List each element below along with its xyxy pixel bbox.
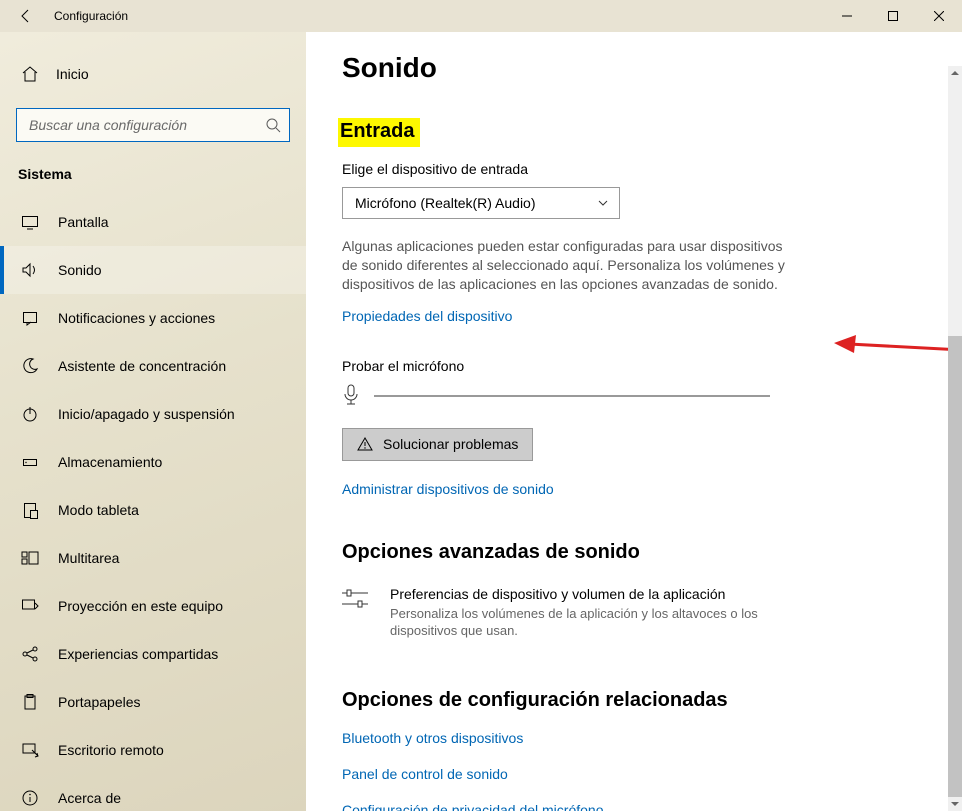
advanced-item-text: Preferencias de dispositivo y volumen de… [390, 586, 802, 640]
window-title: Configuración [54, 9, 128, 23]
sidebar-item-pantalla[interactable]: Pantalla [0, 198, 306, 246]
sidebar-item-asistente[interactable]: Asistente de concentración [0, 342, 306, 390]
sidebar-item-energia[interactable]: Inicio/apagado y suspensión [0, 390, 306, 438]
sidebar-item-tableta[interactable]: Modo tableta [0, 486, 306, 534]
scroll-down-icon[interactable] [948, 797, 962, 811]
maximize-button[interactable] [870, 0, 916, 32]
sliders-icon [342, 586, 370, 610]
sidebar-item-label: Escritorio remoto [58, 742, 164, 758]
sidebar-item-label: Proyección en este equipo [58, 598, 223, 614]
home-label: Inicio [56, 66, 89, 82]
choose-device-label: Elige el dispositivo de entrada [342, 161, 926, 177]
device-properties-link[interactable]: Propiedades del dispositivo [342, 308, 512, 324]
titlebar: Configuración [0, 0, 962, 32]
notification-icon [20, 308, 40, 328]
section-heading-related: Opciones de configuración relacionadas [342, 689, 926, 712]
sidebar-item-escritorio-remoto[interactable]: Escritorio remoto [0, 726, 306, 774]
sidebar-item-notificaciones[interactable]: Notificaciones y acciones [0, 294, 306, 342]
tablet-icon [20, 500, 40, 520]
section-heading-advanced: Opciones avanzadas de sonido [342, 541, 926, 564]
sidebar-item-label: Almacenamiento [58, 454, 162, 470]
scroll-up-icon[interactable] [948, 66, 962, 80]
clipboard-icon [20, 692, 40, 712]
sidebar-item-sonido[interactable]: Sonido [0, 246, 306, 294]
search-input[interactable] [29, 117, 265, 133]
sound-icon [20, 260, 40, 280]
input-device-select[interactable]: Micrófono (Realtek(R) Audio) [342, 187, 620, 219]
sidebar-item-experiencias[interactable]: Experiencias compartidas [0, 630, 306, 678]
page-title: Sonido [342, 52, 926, 84]
category-title: Sistema [0, 160, 306, 198]
test-mic-label: Probar el micrófono [342, 358, 926, 374]
input-note: Algunas aplicaciones pueden estar config… [342, 237, 786, 294]
about-icon [20, 788, 40, 808]
search-icon [265, 117, 281, 133]
select-value: Micrófono (Realtek(R) Audio) [355, 195, 536, 211]
content-area: Sonido Entrada Elige el dispositivo de e… [306, 32, 962, 811]
scrollbar[interactable] [948, 66, 962, 811]
titlebar-left: Configuración [0, 8, 128, 24]
close-button[interactable] [916, 0, 962, 32]
section-heading-entrada: Entrada [342, 118, 926, 147]
multitask-icon [20, 548, 40, 568]
sidebar-item-label: Inicio/apagado y suspensión [58, 406, 235, 422]
remote-icon [20, 740, 40, 760]
bluetooth-link[interactable]: Bluetooth y otros dispositivos [342, 730, 926, 746]
moon-icon [20, 356, 40, 376]
sidebar-item-label: Experiencias compartidas [58, 646, 218, 662]
settings-window: Configuración Inicio [0, 0, 962, 811]
storage-icon [20, 452, 40, 472]
home-icon [20, 64, 40, 84]
share-icon [20, 644, 40, 664]
sidebar-item-label: Modo tableta [58, 502, 139, 518]
sidebar-item-proyeccion[interactable]: Proyección en este equipo [0, 582, 306, 630]
sidebar-item-portapapeles[interactable]: Portapapeles [0, 678, 306, 726]
page: Sonido Entrada Elige el dispositivo de e… [306, 32, 962, 811]
mic-privacy-link[interactable]: Configuración de privacidad del micrófon… [342, 802, 926, 811]
sidebar-item-label: Notificaciones y acciones [58, 310, 215, 326]
sidebar-item-label: Multitarea [58, 550, 119, 566]
back-icon[interactable] [18, 8, 34, 24]
search-box[interactable] [16, 108, 290, 142]
advanced-item[interactable]: Preferencias de dispositivo y volumen de… [342, 586, 802, 640]
sidebar-item-almacenamiento[interactable]: Almacenamiento [0, 438, 306, 486]
minimize-button[interactable] [824, 0, 870, 32]
control-panel-link[interactable]: Panel de control de sonido [342, 766, 926, 782]
mic-level-bar [374, 395, 770, 397]
display-icon [20, 212, 40, 232]
advanced-item-sub: Personaliza los volúmenes de la aplicaci… [390, 606, 802, 640]
warning-icon [357, 436, 373, 452]
troubleshoot-label: Solucionar problemas [383, 436, 518, 452]
mic-test-row [342, 384, 926, 406]
home-link[interactable]: Inicio [0, 56, 306, 92]
sidebar-item-label: Acerca de [58, 790, 121, 806]
sidebar: Inicio Sistema Pantalla Sonido [0, 32, 306, 811]
window-controls [824, 0, 962, 32]
chevron-down-icon [597, 197, 609, 209]
manage-devices-link[interactable]: Administrar dispositivos de sonido [342, 481, 926, 497]
project-icon [20, 596, 40, 616]
body: Inicio Sistema Pantalla Sonido [0, 32, 962, 811]
scroll-thumb[interactable] [948, 336, 962, 811]
nav-list: Pantalla Sonido Notificaciones y accione… [0, 198, 306, 811]
sidebar-item-acerca[interactable]: Acerca de [0, 774, 306, 811]
sidebar-item-label: Pantalla [58, 214, 109, 230]
power-icon [20, 404, 40, 424]
sidebar-item-label: Portapapeles [58, 694, 141, 710]
advanced-item-title: Preferencias de dispositivo y volumen de… [390, 586, 802, 602]
sidebar-item-multitarea[interactable]: Multitarea [0, 534, 306, 582]
sidebar-item-label: Sonido [58, 262, 102, 278]
sidebar-item-label: Asistente de concentración [58, 358, 226, 374]
troubleshoot-button[interactable]: Solucionar problemas [342, 428, 533, 461]
search-wrap [16, 108, 290, 142]
microphone-icon [342, 384, 360, 406]
